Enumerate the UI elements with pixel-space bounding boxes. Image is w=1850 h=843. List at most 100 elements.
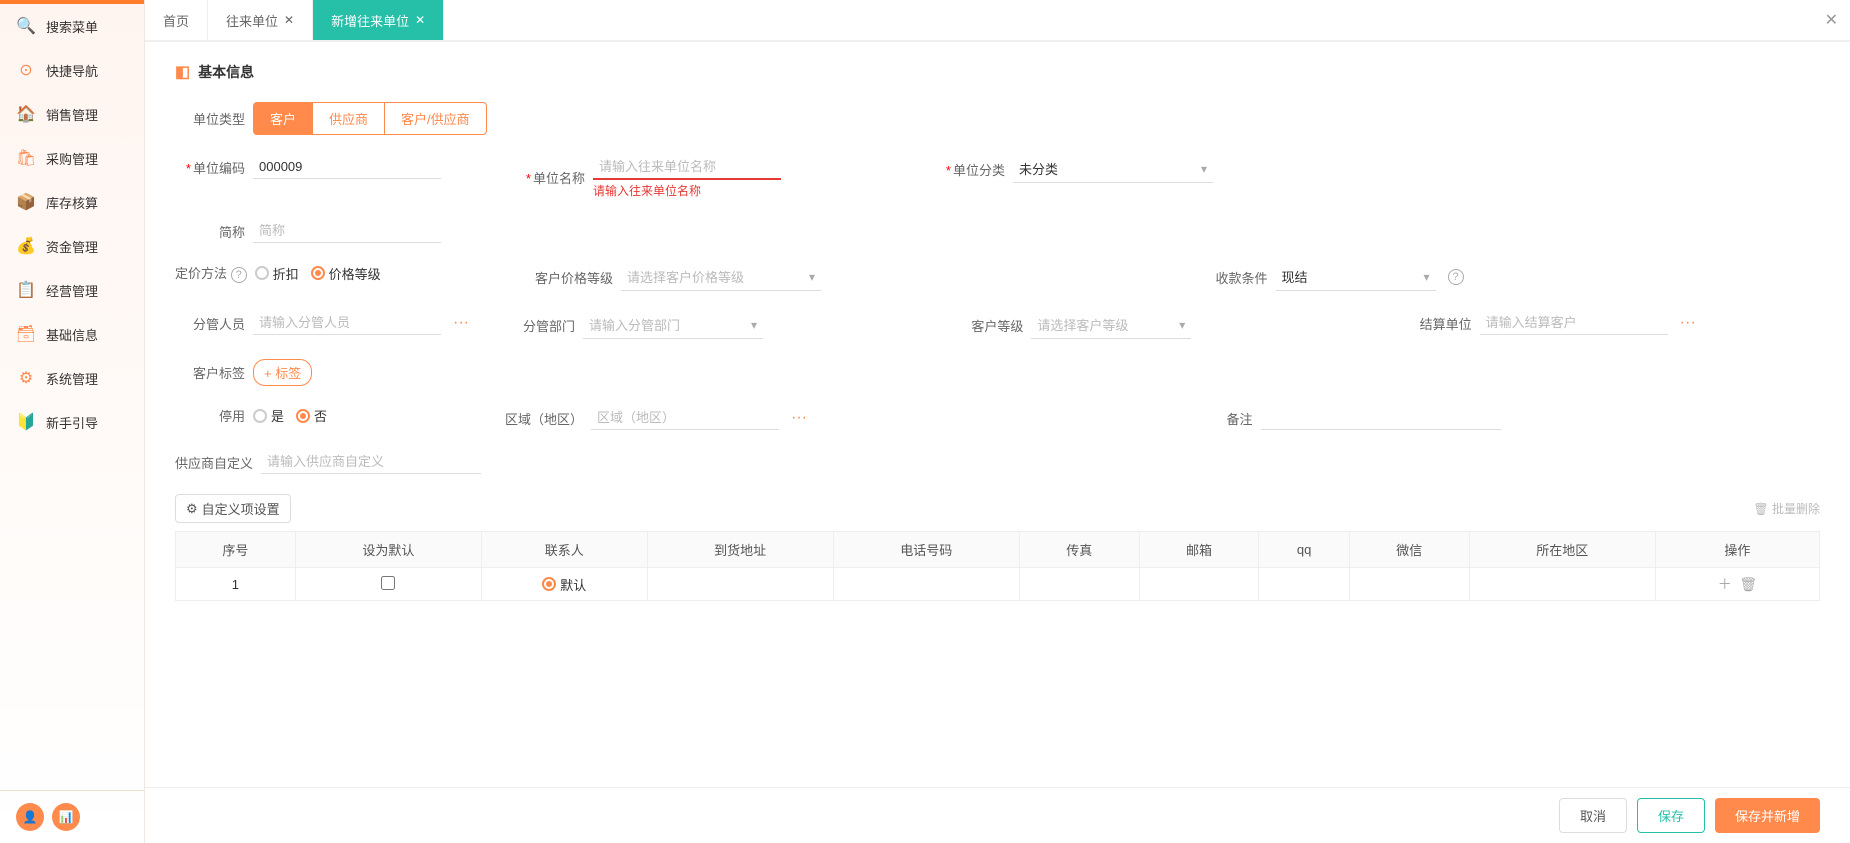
sidebar-item-sales[interactable]: 🏠 销售管理 [0,92,144,136]
department-field: 分管部门 请输入分管部门 ▾ [505,311,923,339]
unit-name-field: *单位名称 请输入往来单位名称 [515,155,895,199]
unit-code-field: *单位编码 [175,155,475,179]
save-new-button[interactable]: 保存并新增 [1715,798,1820,833]
main-area: 首页 往来单位 ✕ 新增往来单位 ✕ ✕ ◧ 基本信息 单位类型 客户 供应商 … [145,0,1850,843]
tag-add-button[interactable]: + 标签 [253,359,312,386]
customer-price-level-select[interactable]: 请选择客户价格等级 ▾ [621,263,821,291]
payment-terms-select[interactable]: 现结 ▾ [1276,263,1436,291]
user-avatar[interactable]: 👤 [16,803,44,831]
system-icon: ⚙ [16,368,36,388]
settings-gear-icon: ⚙ [186,501,198,517]
radio-discount-circle [255,266,269,280]
radio-price-level[interactable]: 价格等级 [311,264,381,283]
unit-code-label: *单位编码 [175,158,245,177]
btn-customer[interactable]: 客户 [253,102,313,135]
radio-discount[interactable]: 折扣 [255,264,299,283]
customer-level-select[interactable]: 请选择客户等级 ▾ [1031,311,1191,339]
payment-terms-field: 收款条件 现结 ▾ ? [1198,263,1821,291]
supplier-custom-field: 供应商自定义 [175,450,1820,474]
tab-contacts-close[interactable]: ✕ [284,13,294,27]
supplier-custom-label: 供应商自定义 [175,453,253,472]
sidebar-item-inventory[interactable]: 📦 库存核算 [0,180,144,224]
stats-icon[interactable]: 📊 [52,803,80,831]
sidebar-item-operations-label: 经营管理 [46,281,98,300]
payment-terms-help-icon[interactable]: ? [1448,269,1464,285]
sidebar-item-guide-label: 新手引导 [46,413,98,432]
short-name-row: 简称 [175,219,1820,243]
btn-both[interactable]: 客户/供应商 [385,102,487,135]
col-region: 所在地区 [1469,532,1655,568]
manager-more-btn[interactable]: ··· [449,314,473,332]
sidebar-item-purchase[interactable]: 🛍 采购管理 [0,136,144,180]
custom-settings-button[interactable]: ⚙ 自定义项设置 [175,494,291,523]
sidebar-item-system[interactable]: ⚙ 系统管理 [0,356,144,400]
customer-price-level-arrow: ▾ [809,270,815,284]
radio-disabled-yes-label: 是 [271,406,284,425]
unit-name-input[interactable] [593,155,781,180]
sidebar-item-basicinfo[interactable]: 🗃 基础信息 [0,312,144,356]
tab-home[interactable]: 首页 [145,0,208,40]
sidebar-item-operations[interactable]: 📋 经营管理 [0,268,144,312]
col-default: 设为默认 [295,532,481,568]
cell-contact [647,568,833,601]
sidebar-item-guide[interactable]: 🔰 新手引导 [0,400,144,444]
tab-new-contact[interactable]: 新增往来单位 ✕ [313,0,444,40]
remark-input[interactable] [1261,406,1501,430]
pricing-row: 定价方法 ? 折扣 价格等级 客户价格等级 [175,263,1820,291]
department-arrow: ▾ [751,318,757,332]
tab-contacts-label: 往来单位 [226,11,278,30]
cancel-button[interactable]: 取消 [1559,798,1627,833]
unit-category-select[interactable]: 未分类 ▾ [1013,155,1213,183]
row-delete-icon[interactable]: 🗑 [1739,576,1757,592]
sidebar-item-finance[interactable]: 💰 资金管理 [0,224,144,268]
supplier-custom-row: 供应商自定义 [175,450,1820,474]
sidebar-item-search[interactable]: 🔍 搜索菜单 [0,4,144,48]
btn-supplier[interactable]: 供应商 [313,102,385,135]
settlement-unit-input[interactable] [1480,311,1668,335]
manager-input[interactable] [253,311,441,335]
radio-default[interactable]: 默认 [492,575,637,594]
region-more-btn[interactable]: ··· [787,409,811,427]
remark-label: 备注 [1183,409,1253,428]
sales-icon: 🏠 [16,104,36,124]
customer-tag-field: 客户标签 + 标签 [175,359,1820,386]
unit-name-wrap: 请输入往来单位名称 [593,155,781,199]
department-select[interactable]: 请输入分管部门 ▾ [583,311,763,339]
cell-address [833,568,1019,601]
window-close-button[interactable]: ✕ [1825,10,1838,30]
tab-contacts[interactable]: 往来单位 ✕ [208,0,313,40]
customer-level-arrow: ▾ [1179,318,1185,332]
cell-seq: 1 [176,568,296,601]
settlement-unit-more-btn[interactable]: ··· [1676,314,1700,332]
row-add-icon[interactable]: ＋ [1718,576,1732,592]
tab-bar: 首页 往来单位 ✕ 新增往来单位 ✕ ✕ [145,0,1850,42]
region-input[interactable] [591,406,779,430]
basicinfo-icon: 🗃 [16,324,36,344]
save-button[interactable]: 保存 [1637,798,1705,833]
radio-disabled-yes-circle [253,409,267,423]
pricing-method-label: 定价方法 ? [175,263,247,283]
sidebar-item-inventory-label: 库存核算 [46,193,98,212]
radio-disabled-no[interactable]: 否 [296,406,327,425]
short-name-field: 简称 [175,219,475,243]
tab-new-contact-close[interactable]: ✕ [415,13,425,27]
default-checkbox[interactable] [381,576,395,590]
sidebar-item-search-label: 搜索菜单 [46,17,98,36]
radio-disabled-yes[interactable]: 是 [253,406,284,425]
supplier-custom-input[interactable] [261,450,481,474]
section-title: ◧ 基本信息 [175,62,1820,82]
tab-new-contact-label: 新增往来单位 [331,11,409,30]
section-title-icon: ◧ [175,62,190,82]
unit-category-field: *单位分类 未分类 ▾ [935,155,1820,183]
unit-code-input[interactable] [253,155,441,179]
pricing-help-icon[interactable]: ? [231,267,247,283]
finance-icon: 💰 [16,236,36,256]
footer-bar: 取消 保存 保存并新增 [145,787,1850,843]
table-header-row: 序号 设为默认 联系人 到货地址 电话号码 传真 邮箱 qq 微信 所在地区 操… [176,532,1820,568]
batch-delete-button[interactable]: 🗑 批量删除 [1753,500,1820,517]
radio-default-label: 默认 [560,575,586,594]
basic-info-row: *单位编码 *单位名称 请输入往来单位名称 *单位分类 [175,155,1820,199]
short-name-input[interactable] [253,219,441,243]
customer-price-level-label: 客户价格等级 [535,268,613,287]
sidebar-item-quicknav[interactable]: ⊙ 快捷导航 [0,48,144,92]
